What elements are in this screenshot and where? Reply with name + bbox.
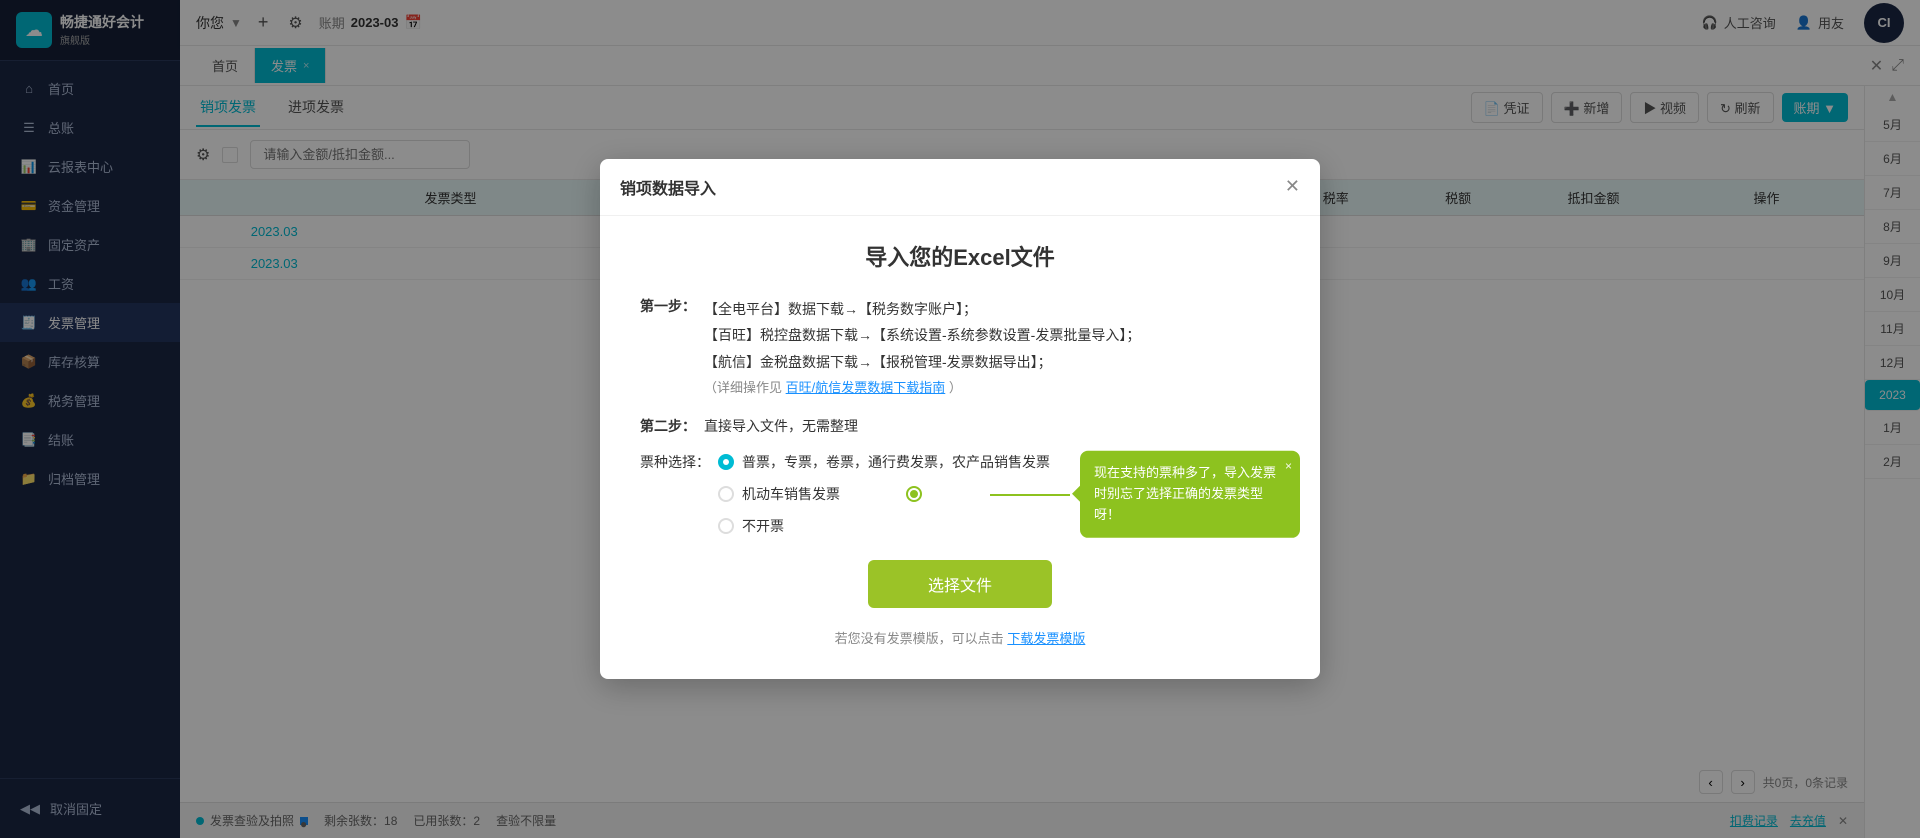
import-title: 导入您的Excel文件 (640, 240, 1280, 272)
modal-close-btn[interactable]: ✕ (1285, 176, 1300, 197)
radio-motor-label: 机动车销售发票 (742, 484, 840, 504)
radio-motor-row: 机动车销售发票 × 现在支持的票种多了，导入发票时别忘了选择正确的发票类型呀！ (718, 484, 1050, 504)
step2-label: 第二步： (640, 416, 696, 436)
download-template-link[interactable]: 下载发票模版 (1007, 631, 1085, 646)
tooltip-connector-dot (908, 488, 920, 500)
radio-motor[interactable]: 机动车销售发票 (718, 484, 840, 504)
tooltip-bubble: × 现在支持的票种多了，导入发票时别忘了选择正确的发票类型呀！ (1080, 451, 1300, 537)
modal-title: 销项数据导入 (620, 175, 716, 199)
radio-normal-label: 普票，专票，卷票，通行费发票，农产品销售发票 (742, 452, 1050, 472)
tooltip-close-btn[interactable]: × (1285, 457, 1292, 476)
modal-footer: 若您没有发票模版，可以点击 下载发票模版 (640, 628, 1280, 647)
ticket-label: 票种选择： (640, 452, 710, 472)
step1-content: 【全电平台】数据下载→【税务数字账户】； 【百旺】税控盘数据下载→【系统设置-系… (704, 296, 1140, 400)
radio-none-label: 不开票 (742, 516, 784, 536)
radio-none[interactable]: 不开票 (718, 516, 1050, 536)
select-file-container: 选择文件 (640, 560, 1280, 608)
guide-link[interactable]: 百旺/航信发票数据下载指南 (786, 380, 946, 395)
step1: 第一步： 【全电平台】数据下载→【税务数字账户】； 【百旺】税控盘数据下载→【系… (640, 296, 1280, 400)
radio-normal-circle (718, 454, 734, 470)
step1-line1: 【全电平台】数据下载→【税务数字账户】； (704, 296, 1140, 323)
step2-content: 直接导入文件，无需整理 (704, 416, 858, 436)
select-file-btn[interactable]: 选择文件 (868, 560, 1052, 608)
modal-header: 销项数据导入 ✕ (600, 159, 1320, 216)
radio-motor-circle (718, 486, 734, 502)
tooltip-arrow (1072, 486, 1080, 502)
step1-note: （详细操作见 百旺/航信发票数据下载指南 ） (704, 376, 1140, 401)
modal-overlay: 销项数据导入 ✕ 导入您的Excel文件 第一步： 【全电平台】数据下载→【税务… (0, 0, 1920, 838)
step2: 第二步： 直接导入文件，无需整理 (640, 416, 1280, 436)
radio-group: 普票，专票，卷票，通行费发票，农产品销售发票 机动车销售发票 (718, 452, 1050, 536)
modal-body: 导入您的Excel文件 第一步： 【全电平台】数据下载→【税务数字账户】； 【百… (600, 216, 1320, 679)
radio-none-circle (718, 518, 734, 534)
tooltip-text: 现在支持的票种多了，导入发票时别忘了选择正确的发票类型呀！ (1094, 465, 1276, 522)
step1-line2: 【百旺】税控盘数据下载→【系统设置-系统参数设置-发票批量导入】； (704, 322, 1140, 349)
import-modal: 销项数据导入 ✕ 导入您的Excel文件 第一步： 【全电平台】数据下载→【税务… (600, 159, 1320, 679)
radio-normal[interactable]: 普票，专票，卷票，通行费发票，农产品销售发票 (718, 452, 1050, 472)
ticket-select: 票种选择： 普票，专票，卷票，通行费发票，农产品销售发票 机动车销售发票 (640, 452, 1280, 536)
tooltip-connector-line (990, 494, 1070, 496)
step1-line3: 【航信】金税盘数据下载→【报税管理-发票数据导出】； (704, 349, 1140, 376)
step1-label: 第一步： (640, 296, 696, 316)
